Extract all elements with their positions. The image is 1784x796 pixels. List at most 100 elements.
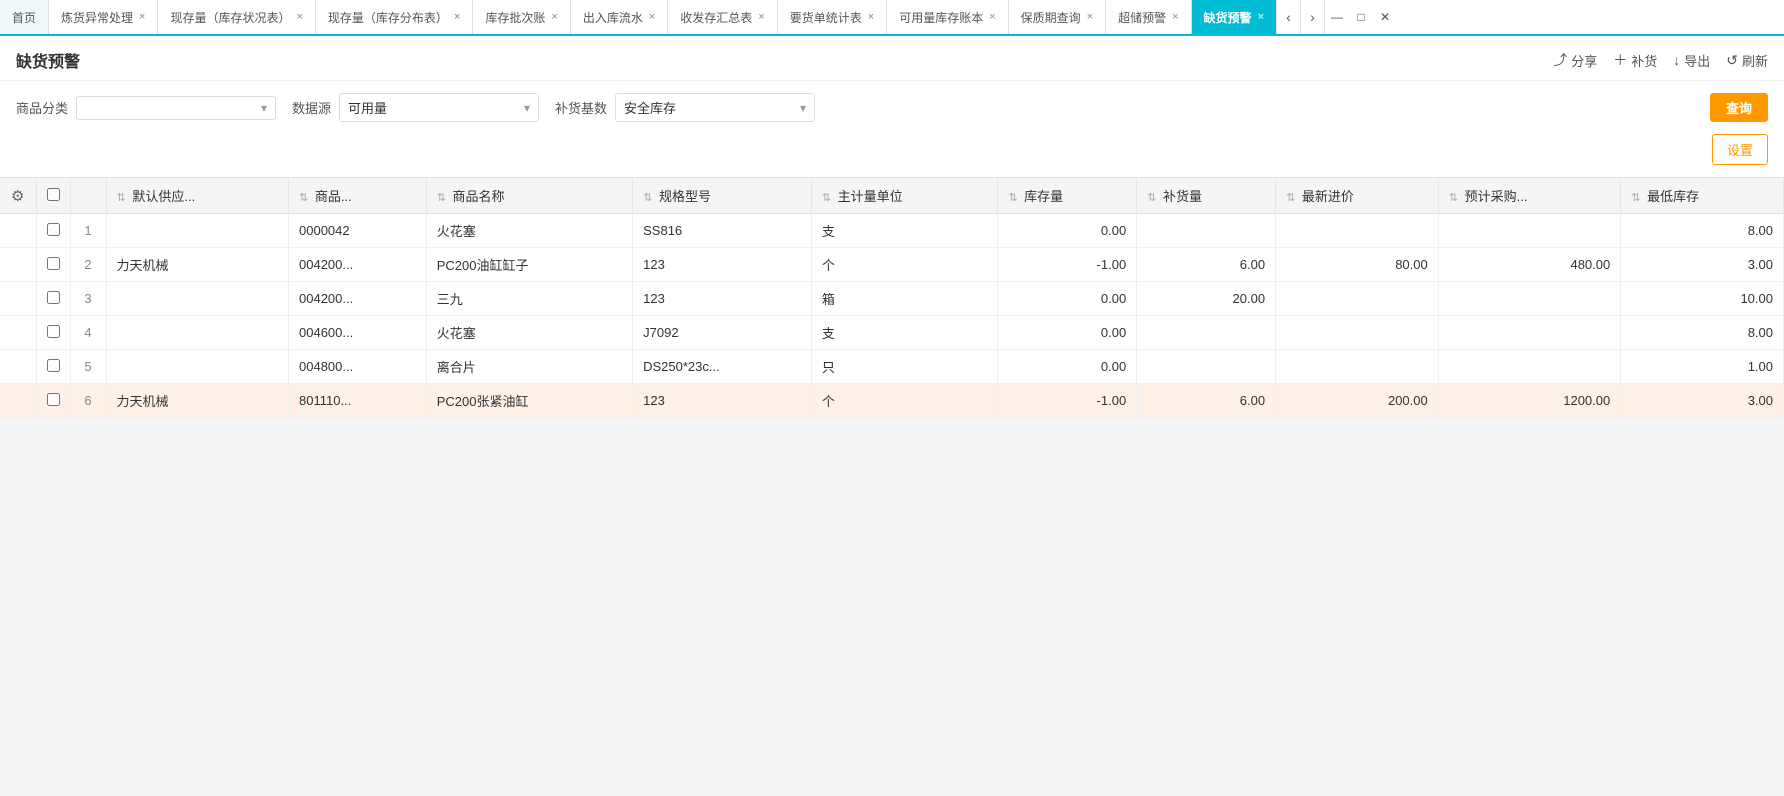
- col-latest-price[interactable]: ⇅ 最新进价: [1276, 178, 1439, 214]
- col-min-stock[interactable]: ⇅ 最低库存: [1621, 178, 1784, 214]
- datasource-value: 可用量: [348, 98, 387, 117]
- tab-overstock[interactable]: 超储预警 ×: [1106, 0, 1191, 34]
- row-unit: 支: [811, 214, 997, 248]
- col-gear[interactable]: ⚙: [0, 178, 36, 214]
- row-min-stock: 8.00: [1621, 214, 1784, 248]
- col-spec[interactable]: ⇅ 规格型号: [633, 178, 812, 214]
- row-latest-price: 80.00: [1276, 248, 1439, 282]
- row-select-checkbox[interactable]: [47, 359, 60, 372]
- window-close-btn[interactable]: ✕: [1373, 0, 1397, 34]
- tab-shortage-close[interactable]: ×: [1258, 11, 1264, 23]
- tab-receipt-close[interactable]: ×: [758, 11, 764, 23]
- row-latest-price: 200.00: [1276, 384, 1439, 418]
- row-checkbox-cell[interactable]: [36, 384, 70, 418]
- tab-batch[interactable]: 库存批次账 ×: [473, 0, 570, 34]
- category-filter-group: 商品分类 ▾: [16, 96, 276, 120]
- row-gear-cell: [0, 350, 36, 384]
- category-select[interactable]: ▾: [76, 96, 276, 120]
- tab-shortage[interactable]: 缺货预警 ×: [1192, 0, 1277, 34]
- col-est-purchase[interactable]: ⇅ 预计采购...: [1438, 178, 1621, 214]
- export-action[interactable]: ↓ 导出: [1673, 51, 1710, 70]
- tab-expiry-close[interactable]: ×: [1087, 11, 1093, 23]
- tab-inventory-status-close[interactable]: ×: [296, 11, 302, 23]
- col-default-supplier[interactable]: ⇅ 默认供应...: [106, 178, 289, 214]
- tab-exception[interactable]: 炼货异常处理 ×: [49, 0, 158, 34]
- col-stock[interactable]: ⇅ 库存量: [998, 178, 1137, 214]
- settings-button[interactable]: 设置: [1712, 134, 1768, 165]
- row-stock: 0.00: [998, 214, 1137, 248]
- share-action[interactable]: ⤴ 分享: [1553, 50, 1597, 70]
- query-button[interactable]: 查询: [1710, 93, 1768, 122]
- row-supplier: 力天机械: [106, 384, 289, 418]
- col-product-code[interactable]: ⇅ 商品...: [289, 178, 427, 214]
- tab-inout-close[interactable]: ×: [649, 11, 655, 23]
- tab-available[interactable]: 可用量库存账本 ×: [887, 0, 1008, 34]
- row-select-checkbox[interactable]: [47, 291, 60, 304]
- row-supplier: [106, 350, 289, 384]
- tab-available-close[interactable]: ×: [989, 11, 995, 23]
- row-est-purchase: [1438, 282, 1621, 316]
- main-content: 缺货预警 ⤴ 分享 ＋ 补货 ↓ 导出 ↺ 刷新 商品分类: [0, 36, 1784, 418]
- tab-requisition[interactable]: 要货单统计表 ×: [778, 0, 887, 34]
- window-max-btn[interactable]: □: [1349, 0, 1373, 34]
- tab-inventory-dist-close[interactable]: ×: [454, 11, 460, 23]
- row-select-checkbox[interactable]: [47, 257, 60, 270]
- tab-inout[interactable]: 出入库流水 ×: [571, 0, 668, 34]
- row-checkbox-cell[interactable]: [36, 248, 70, 282]
- row-checkbox-cell[interactable]: [36, 350, 70, 384]
- row-gear-cell: [0, 248, 36, 282]
- sort-price-icon: ⇅: [1286, 192, 1295, 204]
- row-select-checkbox[interactable]: [47, 393, 60, 406]
- row-product-code: 004800...: [289, 350, 427, 384]
- row-checkbox-cell[interactable]: [36, 214, 70, 248]
- col-replenish[interactable]: ⇅ 补货量: [1137, 178, 1276, 214]
- refresh-action[interactable]: ↺ 刷新: [1726, 51, 1768, 70]
- row-gear-cell: [0, 282, 36, 316]
- row-select-checkbox[interactable]: [47, 325, 60, 338]
- row-min-stock: 1.00: [1621, 350, 1784, 384]
- refresh-icon: ↺: [1726, 52, 1738, 69]
- tab-expiry[interactable]: 保质期查询 ×: [1009, 0, 1106, 34]
- replenish-action[interactable]: ＋ 补货: [1613, 50, 1657, 70]
- tab-home[interactable]: 首页: [0, 0, 49, 34]
- row-min-stock: 8.00: [1621, 316, 1784, 350]
- row-stock: -1.00: [998, 384, 1137, 418]
- header-actions: ⤴ 分享 ＋ 补货 ↓ 导出 ↺ 刷新: [1553, 50, 1768, 70]
- tab-inventory-status[interactable]: 现存量（库存状况表） ×: [158, 0, 315, 34]
- sort-spec-icon: ⇅: [643, 192, 652, 204]
- row-stock: -1.00: [998, 248, 1137, 282]
- col-product-name[interactable]: ⇅ 商品名称: [426, 178, 632, 214]
- column-settings-icon[interactable]: ⚙: [11, 188, 24, 205]
- row-replenish: 20.00: [1137, 282, 1276, 316]
- tab-next-btn[interactable]: ›: [1301, 0, 1325, 34]
- replenish-base-select[interactable]: 安全库存 ▾: [615, 93, 815, 122]
- row-product-name: 火花塞: [426, 316, 632, 350]
- replenish-base-chevron-icon: ▾: [800, 101, 806, 115]
- table-row: 5 004800... 离合片 DS250*23c... 只 0.00 1.00: [0, 350, 1784, 384]
- row-latest-price: [1276, 214, 1439, 248]
- filter-actions: 查询: [1710, 93, 1768, 122]
- tab-prev-btn[interactable]: ‹: [1277, 0, 1301, 34]
- row-min-stock: 3.00: [1621, 384, 1784, 418]
- col-unit[interactable]: ⇅ 主计量单位: [811, 178, 997, 214]
- row-checkbox-cell[interactable]: [36, 316, 70, 350]
- tab-batch-close[interactable]: ×: [551, 11, 557, 23]
- row-number: 4: [70, 316, 106, 350]
- select-all-checkbox[interactable]: [47, 188, 60, 201]
- row-spec: SS816: [633, 214, 812, 248]
- datasource-chevron-icon: ▾: [524, 101, 530, 115]
- row-replenish: [1137, 350, 1276, 384]
- col-rownum: [70, 178, 106, 214]
- col-select-all[interactable]: [36, 178, 70, 214]
- window-min-btn[interactable]: —: [1325, 0, 1349, 34]
- row-latest-price: [1276, 282, 1439, 316]
- category-chevron-icon: ▾: [261, 101, 267, 115]
- datasource-select[interactable]: 可用量 ▾: [339, 93, 539, 122]
- row-select-checkbox[interactable]: [47, 223, 60, 236]
- tab-inventory-dist[interactable]: 现存量（库存分布表） ×: [316, 0, 473, 34]
- row-checkbox-cell[interactable]: [36, 282, 70, 316]
- tab-receipt[interactable]: 收发存汇总表 ×: [668, 0, 777, 34]
- tab-exception-close[interactable]: ×: [139, 11, 145, 23]
- tab-overstock-close[interactable]: ×: [1172, 11, 1178, 23]
- tab-requisition-close[interactable]: ×: [868, 11, 874, 23]
